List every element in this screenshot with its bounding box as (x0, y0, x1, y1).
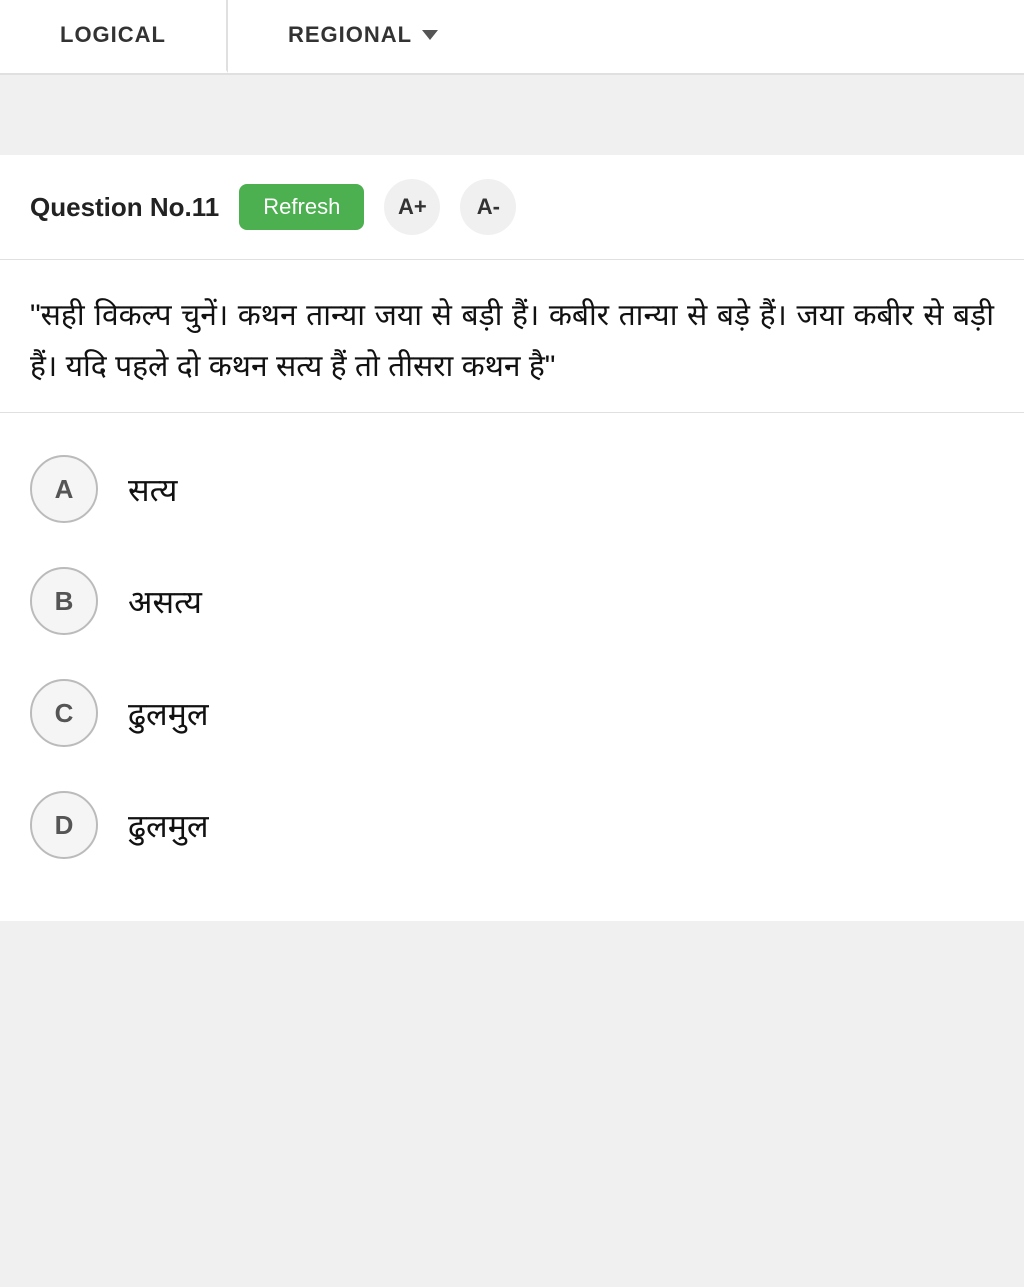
option-row-b[interactable]: B असत्य (30, 545, 994, 657)
option-row-a[interactable]: A सत्य (30, 433, 994, 545)
font-decrease-button[interactable]: A- (460, 179, 516, 235)
option-circle-b[interactable]: B (30, 567, 98, 635)
option-row-c[interactable]: C ढुलमुल (30, 657, 994, 769)
refresh-button[interactable]: Refresh (239, 184, 364, 230)
tab-regional-label: REGIONAL (288, 22, 412, 48)
question-text: "सही विकल्प चुनें। कथन तान्या जया से बड़… (30, 290, 994, 392)
tab-bar: LOGICAL REGIONAL (0, 0, 1024, 75)
option-circle-d[interactable]: D (30, 791, 98, 859)
option-text-c: ढुलमुल (128, 692, 209, 735)
spacer-area (0, 75, 1024, 155)
option-circle-a[interactable]: A (30, 455, 98, 523)
question-header: Question No.11 Refresh A+ A- (0, 155, 1024, 260)
question-number: Question No.11 (30, 192, 219, 223)
question-card: Question No.11 Refresh A+ A- "सही विकल्प… (0, 155, 1024, 921)
option-row-d[interactable]: D ढुलमुल (30, 769, 994, 881)
option-text-b: असत्य (128, 580, 202, 623)
options-container: A सत्य B असत्य C ढुलमुल D ढुलमुल (0, 413, 1024, 921)
font-increase-button[interactable]: A+ (384, 179, 440, 235)
chevron-down-icon (422, 30, 438, 40)
option-text-d: ढुलमुल (128, 804, 209, 847)
tab-logical-label: LOGICAL (60, 22, 166, 47)
option-circle-c[interactable]: C (30, 679, 98, 747)
tab-regional[interactable]: REGIONAL (228, 0, 498, 73)
option-text-a: सत्य (128, 468, 177, 511)
question-body: "सही विकल्प चुनें। कथन तान्या जया से बड़… (0, 260, 1024, 413)
tab-logical[interactable]: LOGICAL (0, 0, 228, 73)
